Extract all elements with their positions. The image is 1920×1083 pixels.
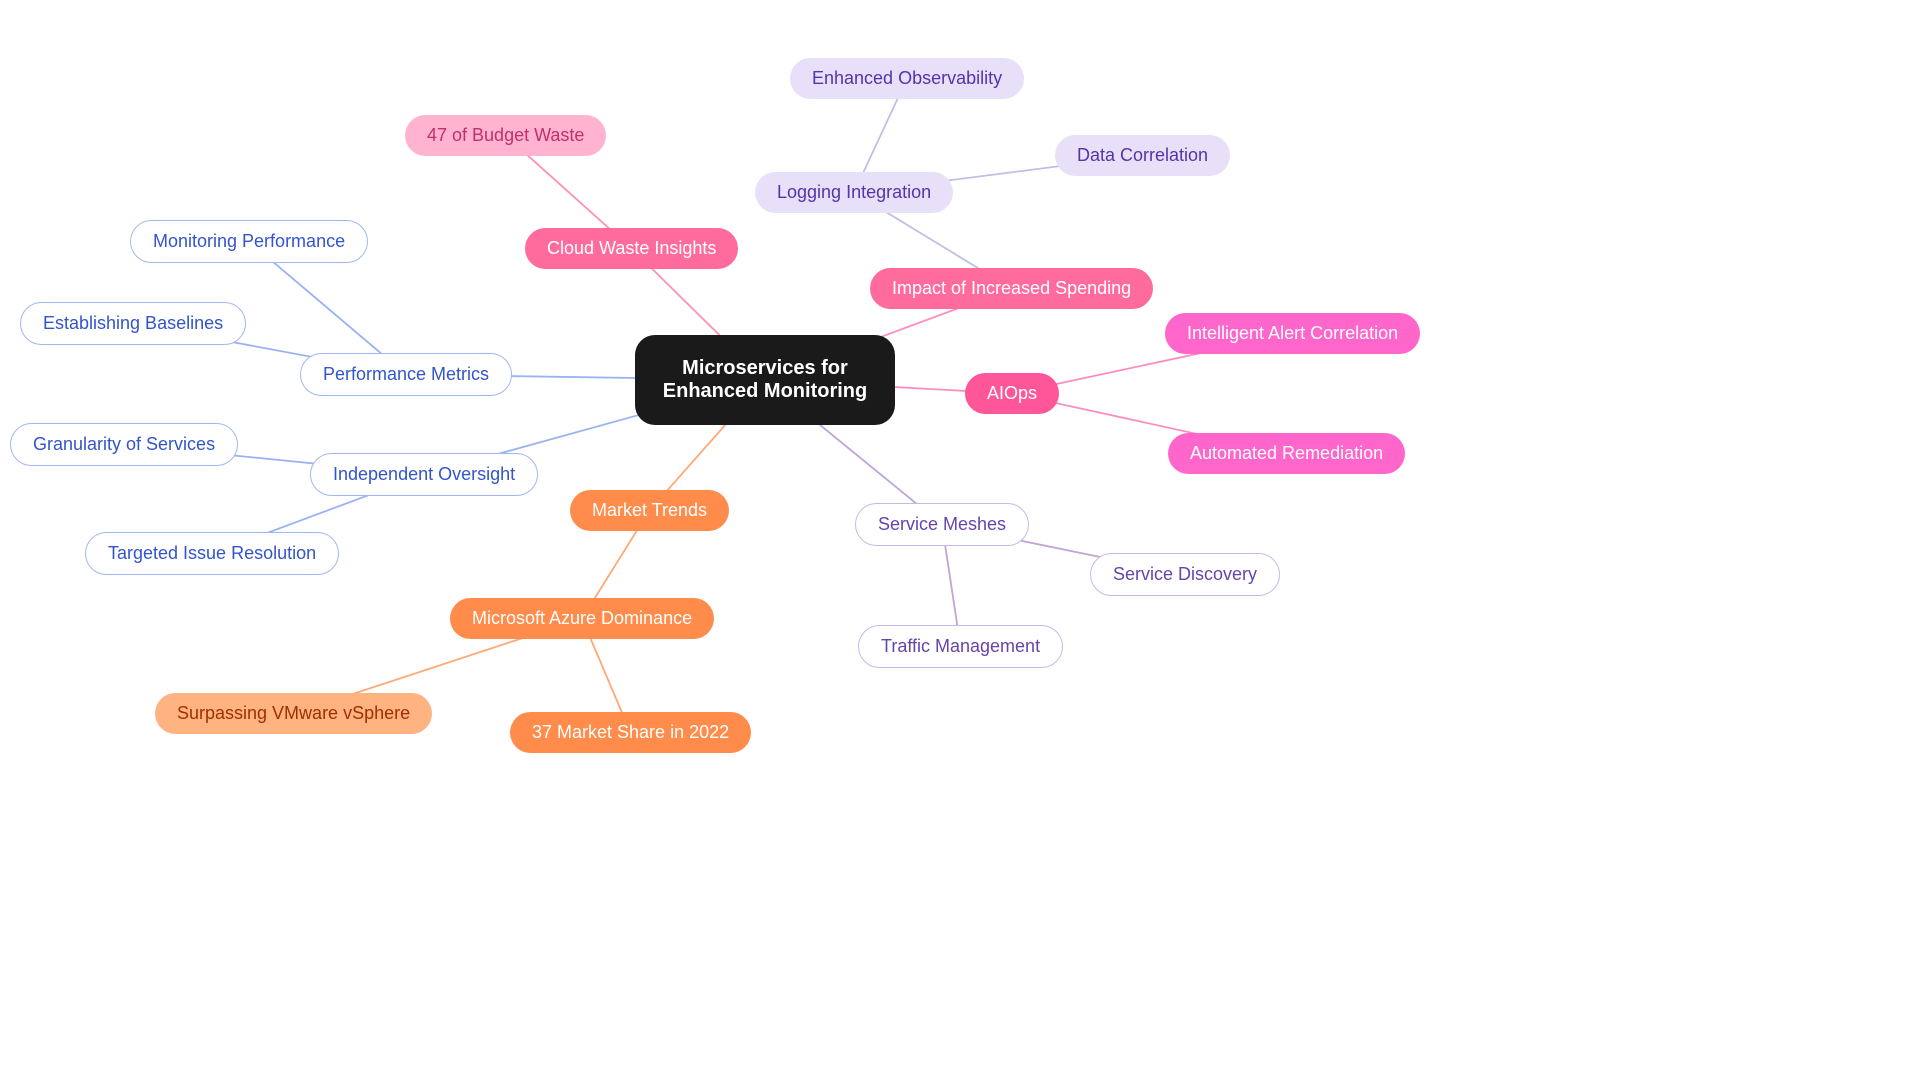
budget-waste-label: 47 of Budget Waste bbox=[427, 125, 584, 146]
market-share-label: 37 Market Share in 2022 bbox=[532, 722, 729, 743]
performance-metrics-label: Performance Metrics bbox=[323, 364, 489, 385]
impact-spending-node: Impact of Increased Spending bbox=[870, 268, 1153, 309]
automated-remediation-node: Automated Remediation bbox=[1168, 433, 1405, 474]
monitoring-performance-node: Monitoring Performance bbox=[130, 220, 368, 263]
establishing-baselines-label: Establishing Baselines bbox=[43, 313, 223, 334]
data-correlation-label: Data Correlation bbox=[1077, 145, 1208, 166]
establishing-baselines-node: Establishing Baselines bbox=[20, 302, 246, 345]
impact-spending-label: Impact of Increased Spending bbox=[892, 278, 1131, 299]
mindmap-container: Microservices for Enhanced Monitoring Cl… bbox=[0, 0, 1920, 1083]
service-meshes-label: Service Meshes bbox=[878, 514, 1006, 535]
traffic-management-node: Traffic Management bbox=[858, 625, 1063, 668]
market-share-node: 37 Market Share in 2022 bbox=[510, 712, 751, 753]
market-trends-label: Market Trends bbox=[592, 500, 707, 521]
intelligent-alert-node: Intelligent Alert Correlation bbox=[1165, 313, 1420, 354]
cloud-waste-node: Cloud Waste Insights bbox=[525, 228, 738, 269]
surpassing-vmware-label: Surpassing VMware vSphere bbox=[177, 703, 410, 724]
center-node: Microservices for Enhanced Monitoring bbox=[635, 335, 895, 425]
budget-waste-node: 47 of Budget Waste bbox=[405, 115, 606, 156]
independent-oversight-node: Independent Oversight bbox=[310, 453, 538, 496]
microsoft-azure-node: Microsoft Azure Dominance bbox=[450, 598, 714, 639]
aiops-node: AIOps bbox=[965, 373, 1059, 414]
service-discovery-label: Service Discovery bbox=[1113, 564, 1257, 585]
enhanced-observability-node: Enhanced Observability bbox=[790, 58, 1024, 99]
center-label: Microservices for Enhanced Monitoring bbox=[657, 357, 873, 403]
granularity-services-node: Granularity of Services bbox=[10, 423, 238, 466]
logging-integration-label: Logging Integration bbox=[777, 182, 931, 203]
enhanced-observability-label: Enhanced Observability bbox=[812, 68, 1002, 89]
surpassing-vmware-node: Surpassing VMware vSphere bbox=[155, 693, 432, 734]
automated-remediation-label: Automated Remediation bbox=[1190, 443, 1383, 464]
data-correlation-node: Data Correlation bbox=[1055, 135, 1230, 176]
independent-oversight-label: Independent Oversight bbox=[333, 464, 515, 485]
monitoring-performance-label: Monitoring Performance bbox=[153, 231, 345, 252]
market-trends-node: Market Trends bbox=[570, 490, 729, 531]
targeted-issue-node: Targeted Issue Resolution bbox=[85, 532, 339, 575]
service-meshes-node: Service Meshes bbox=[855, 503, 1029, 546]
cloud-waste-label: Cloud Waste Insights bbox=[547, 238, 716, 259]
targeted-issue-label: Targeted Issue Resolution bbox=[108, 543, 316, 564]
service-discovery-node: Service Discovery bbox=[1090, 553, 1280, 596]
traffic-management-label: Traffic Management bbox=[881, 636, 1040, 657]
microsoft-azure-label: Microsoft Azure Dominance bbox=[472, 608, 692, 629]
aiops-label: AIOps bbox=[987, 383, 1037, 404]
performance-metrics-node: Performance Metrics bbox=[300, 353, 512, 396]
intelligent-alert-label: Intelligent Alert Correlation bbox=[1187, 323, 1398, 344]
logging-integration-node: Logging Integration bbox=[755, 172, 953, 213]
granularity-services-label: Granularity of Services bbox=[33, 434, 215, 455]
